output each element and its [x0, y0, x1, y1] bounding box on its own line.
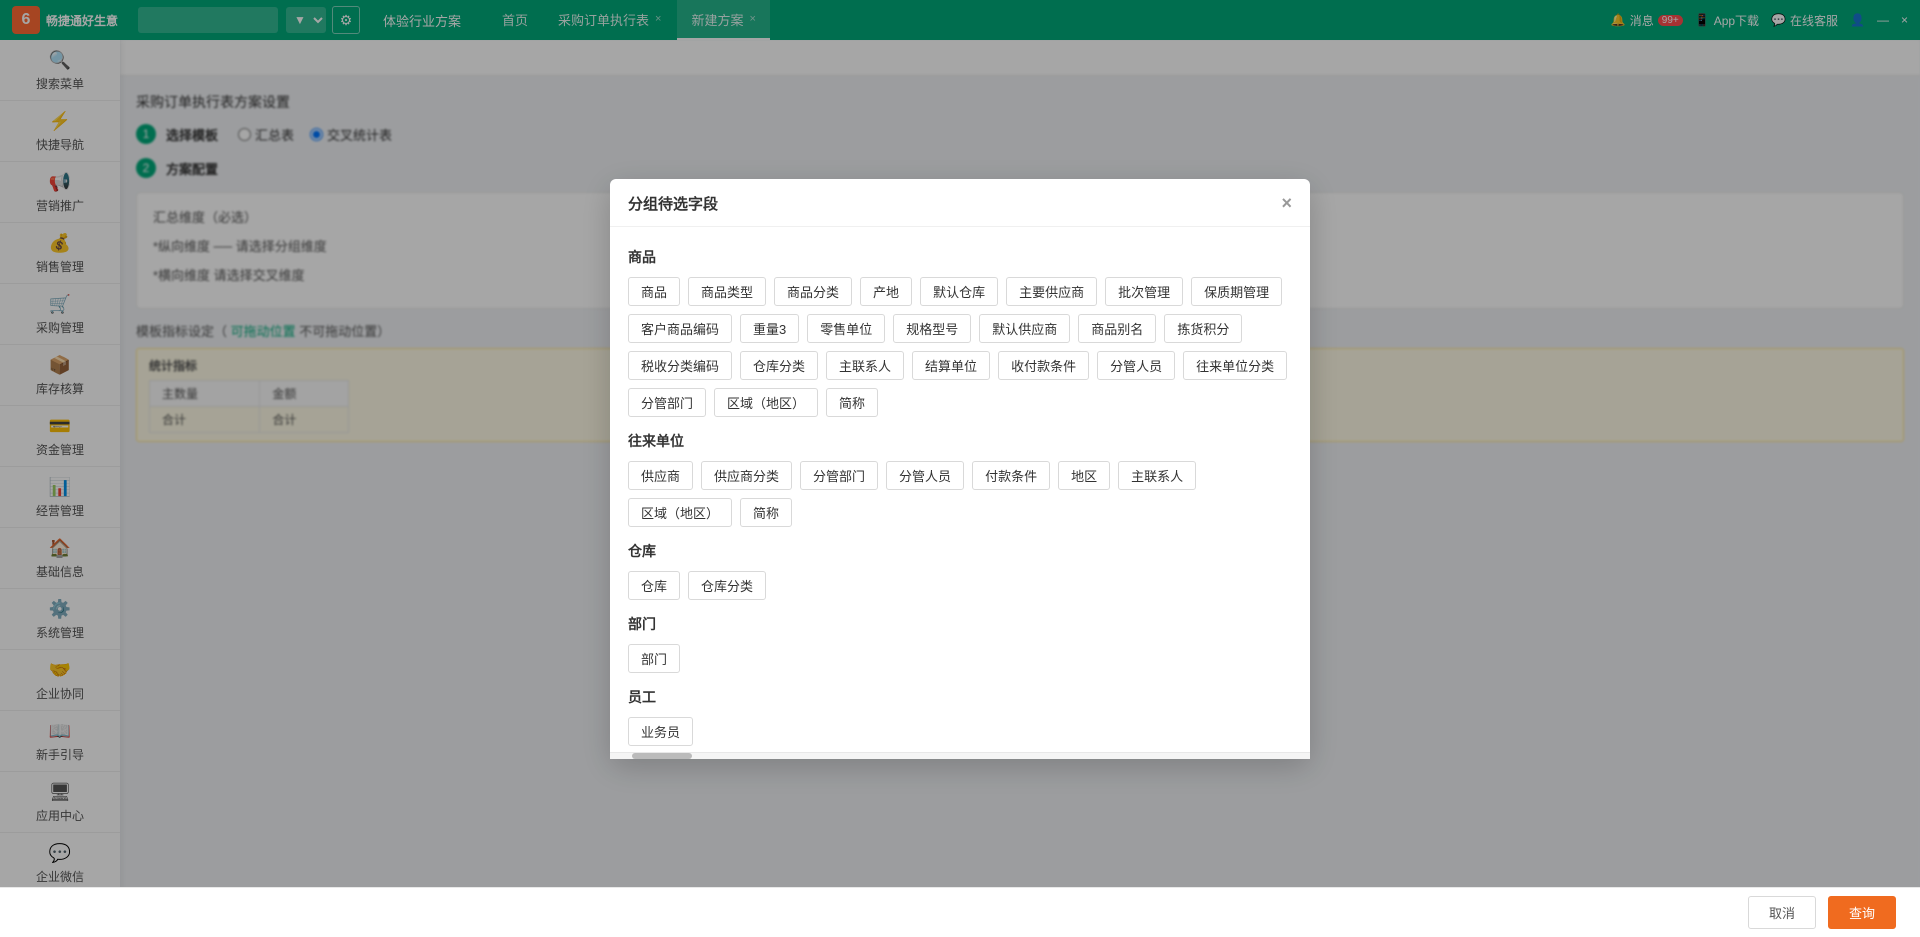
- field-tag[interactable]: 地区: [1058, 461, 1110, 490]
- field-tag[interactable]: 保质期管理: [1191, 277, 1282, 306]
- field-tag[interactable]: 付款条件: [972, 461, 1050, 490]
- field-tag[interactable]: 商品别名: [1078, 314, 1156, 343]
- field-tag[interactable]: 拣货积分: [1164, 314, 1242, 343]
- field-tag[interactable]: 往来单位分类: [1183, 351, 1287, 380]
- modal-body: 商品 商品 商品类型 商品分类 产地 默认仓库 主要供应商 批次管理 保质期管理…: [610, 227, 1310, 752]
- field-tag[interactable]: 商品类型: [688, 277, 766, 306]
- section-title-product: 商品: [628, 247, 1292, 267]
- footer-bar: 取消 查询: [0, 887, 1920, 937]
- field-tag[interactable]: 分管部门: [628, 388, 706, 417]
- field-tag[interactable]: 分管人员: [886, 461, 964, 490]
- modal-scrollbar-horizontal[interactable]: [610, 752, 1310, 759]
- scrollbar-thumb-h: [632, 753, 692, 759]
- field-select-modal: 分组待选字段 × 商品 商品 商品类型 商品分类 产地 默认仓库 主要供应商 批…: [610, 179, 1310, 759]
- field-tag[interactable]: 区域（地区）: [628, 498, 732, 527]
- field-tag[interactable]: 批次管理: [1105, 277, 1183, 306]
- field-tag[interactable]: 规格型号: [893, 314, 971, 343]
- field-tags-warehouse: 仓库 仓库分类: [628, 571, 1292, 600]
- field-tags-employee: 业务员: [628, 717, 1292, 746]
- cancel-button[interactable]: 取消: [1748, 896, 1816, 929]
- section-title-employee: 员工: [628, 687, 1292, 707]
- section-title-warehouse: 仓库: [628, 541, 1292, 561]
- field-tag[interactable]: 默认供应商: [979, 314, 1070, 343]
- modal-close-button[interactable]: ×: [1281, 194, 1292, 212]
- confirm-button[interactable]: 查询: [1828, 896, 1896, 929]
- section-title-partner: 往来单位: [628, 431, 1292, 451]
- field-tag[interactable]: 分管部门: [800, 461, 878, 490]
- field-tag[interactable]: 商品分类: [774, 277, 852, 306]
- field-tag[interactable]: 税收分类编码: [628, 351, 732, 380]
- field-tags-product: 商品 商品类型 商品分类 产地 默认仓库 主要供应商 批次管理 保质期管理 客户…: [628, 277, 1292, 417]
- section-title-department: 部门: [628, 614, 1292, 634]
- field-tag[interactable]: 仓库分类: [740, 351, 818, 380]
- field-tag[interactable]: 分管人员: [1097, 351, 1175, 380]
- field-tag[interactable]: 产地: [860, 277, 912, 306]
- field-tag[interactable]: 简称: [740, 498, 792, 527]
- modal-backdrop: 分组待选字段 × 商品 商品 商品类型 商品分类 产地 默认仓库 主要供应商 批…: [0, 0, 1920, 937]
- field-tag[interactable]: 结算单位: [912, 351, 990, 380]
- field-tag[interactable]: 默认仓库: [920, 277, 998, 306]
- modal-header: 分组待选字段 ×: [610, 179, 1310, 227]
- field-tag[interactable]: 简称: [826, 388, 878, 417]
- modal-title: 分组待选字段: [628, 193, 718, 214]
- field-tag[interactable]: 收付款条件: [998, 351, 1089, 380]
- field-tag[interactable]: 区域（地区）: [714, 388, 818, 417]
- field-tag[interactable]: 仓库: [628, 571, 680, 600]
- field-tag[interactable]: 仓库分类: [688, 571, 766, 600]
- field-tag[interactable]: 主要供应商: [1006, 277, 1097, 306]
- field-tag[interactable]: 供应商: [628, 461, 693, 490]
- field-tag[interactable]: 主联系人: [826, 351, 904, 380]
- field-tag[interactable]: 业务员: [628, 717, 693, 746]
- field-tag[interactable]: 供应商分类: [701, 461, 792, 490]
- field-tag[interactable]: 客户商品编码: [628, 314, 732, 343]
- field-tag[interactable]: 主联系人: [1118, 461, 1196, 490]
- field-tags-department: 部门: [628, 644, 1292, 673]
- field-tag[interactable]: 重量3: [740, 314, 799, 343]
- field-tag[interactable]: 零售单位: [807, 314, 885, 343]
- field-tag[interactable]: 部门: [628, 644, 680, 673]
- field-tags-partner: 供应商 供应商分类 分管部门 分管人员 付款条件 地区 主联系人 区域（地区） …: [628, 461, 1292, 527]
- field-tag[interactable]: 商品: [628, 277, 680, 306]
